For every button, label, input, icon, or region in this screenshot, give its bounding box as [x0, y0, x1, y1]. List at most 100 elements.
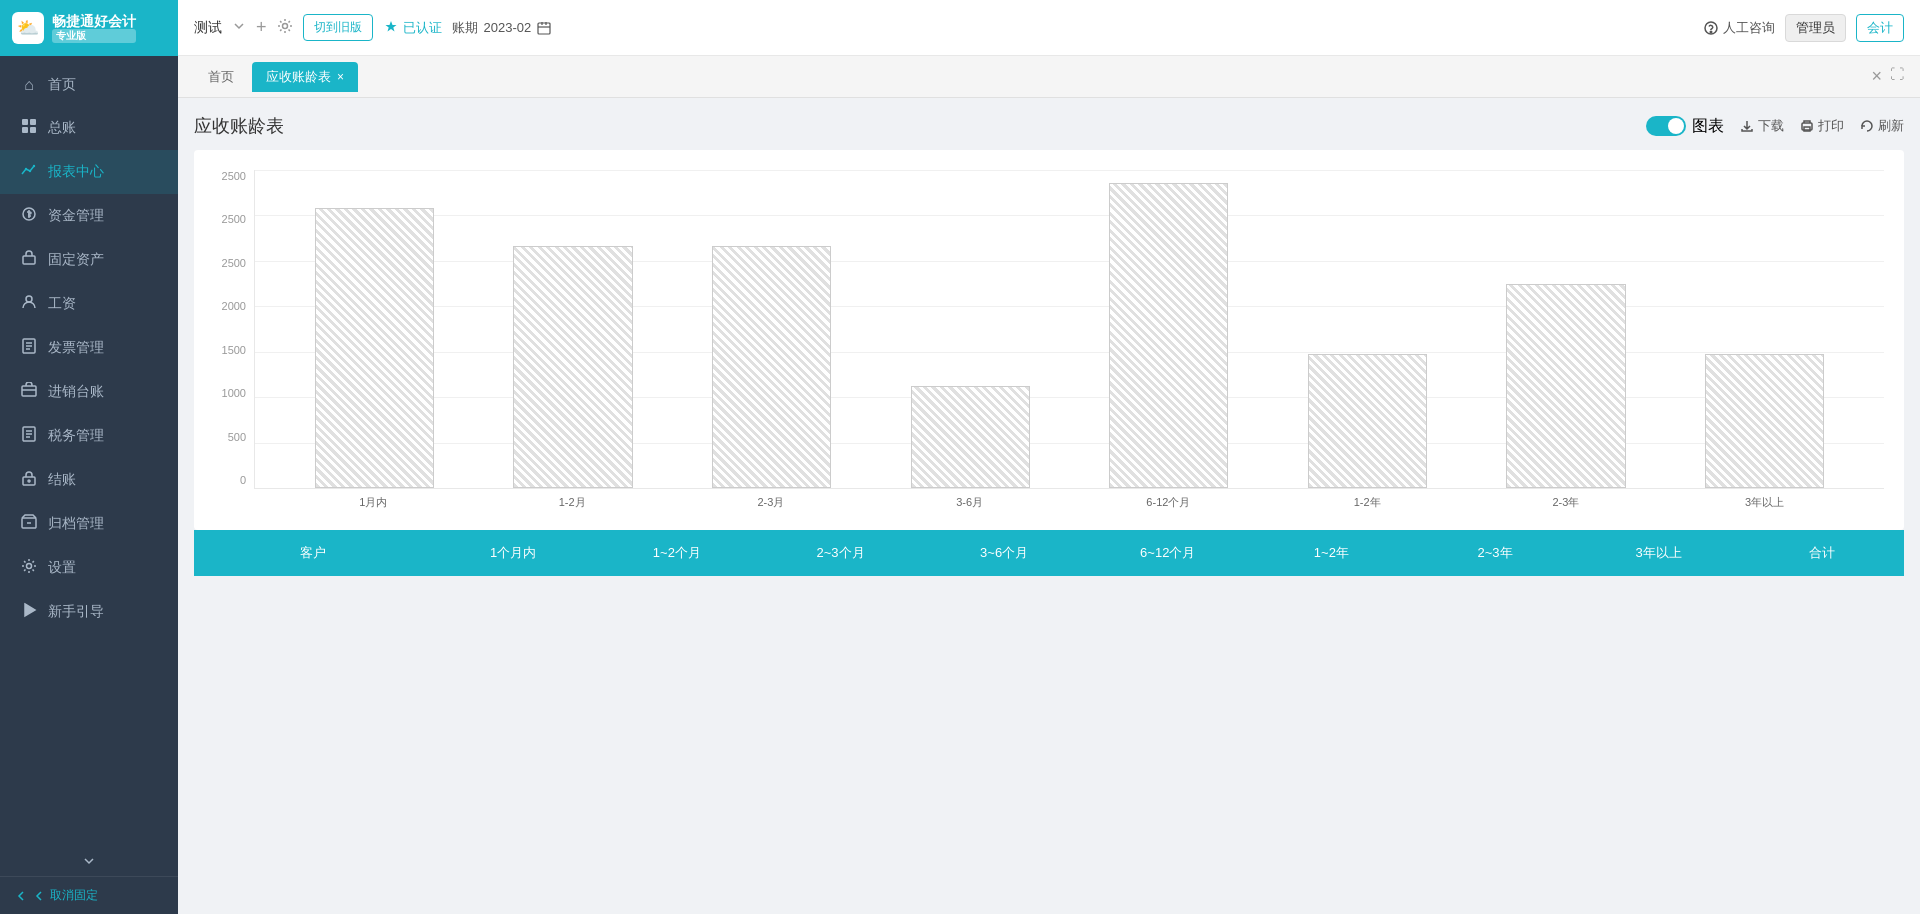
tab-close-btn[interactable]: ×: [337, 70, 344, 84]
toggle-track[interactable]: [1646, 116, 1686, 136]
ledger-icon: [20, 118, 38, 138]
sidebar-item-tax[interactable]: 税务管理: [0, 414, 178, 458]
sidebar-item-report[interactable]: 报表中心: [0, 150, 178, 194]
topbar: 测试 + 切到旧版 已认证 账期 2023-02 人工咨询 管理员 会计: [178, 0, 1920, 56]
svg-point-24: [27, 564, 32, 569]
svg-rect-2: [22, 127, 28, 133]
table-header-cell: 2~3年: [1413, 530, 1577, 576]
report-title: 应收账龄表: [194, 114, 284, 138]
company-settings-btn[interactable]: [277, 18, 293, 38]
svg-rect-1: [30, 119, 36, 125]
svg-rect-0: [22, 119, 28, 125]
funds-icon: [20, 206, 38, 226]
sidebar-label-home: 首页: [48, 76, 76, 94]
sidebar-label-salary: 工资: [48, 295, 76, 313]
sidebar-item-close[interactable]: 结账: [0, 458, 178, 502]
bar-group-3年以上: [1665, 170, 1864, 488]
download-btn[interactable]: 下载: [1740, 117, 1784, 135]
bar-2-3月: [712, 246, 831, 488]
table-header-cell: 2~3个月: [759, 530, 923, 576]
cancel-pin-label: 取消固定: [50, 887, 98, 904]
sidebar-item-settings[interactable]: 设置: [0, 546, 178, 590]
refresh-btn[interactable]: 刷新: [1860, 117, 1904, 135]
bars-container: [255, 170, 1884, 488]
x-label-1月内: 1月内: [274, 489, 473, 510]
svg-point-5: [29, 170, 31, 172]
home-icon: ⌂: [20, 76, 38, 94]
x-label-2-3月: 2-3月: [672, 489, 871, 510]
tabbar: 首页 应收账龄表 × × ⛶: [178, 56, 1920, 98]
report-icon: [20, 162, 38, 182]
svg-rect-14: [22, 386, 36, 396]
sidebar-label-close: 结账: [48, 471, 76, 489]
sidebar-scroll-down[interactable]: [0, 846, 178, 876]
svg-marker-25: [25, 604, 35, 616]
sidebar-label-archive: 归档管理: [48, 515, 104, 533]
sidebar-item-salary[interactable]: 工资: [0, 282, 178, 326]
tab-receivable[interactable]: 应收账龄表 ×: [252, 62, 358, 92]
sidebar-label-report: 报表中心: [48, 163, 104, 181]
assets-icon: [20, 250, 38, 270]
expand-window-btn[interactable]: ⛶: [1890, 66, 1904, 87]
table-header-cell: 6~12个月: [1086, 530, 1250, 576]
chart-container: 2500 2500 2500 2000 1500 1000 500 0: [194, 150, 1904, 530]
tab-home-label: 首页: [208, 68, 234, 86]
role-btn[interactable]: 会计: [1856, 14, 1904, 42]
x-label-1-2月: 1-2月: [473, 489, 672, 510]
sidebar-item-guide[interactable]: 新手引导: [0, 590, 178, 634]
switch-old-btn[interactable]: 切到旧版: [303, 14, 373, 41]
chart-area: 2500 2500 2500 2000 1500 1000 500 0: [214, 170, 1884, 510]
table-header-cell: 1个月内: [431, 530, 595, 576]
svg-point-6: [33, 165, 35, 167]
company-name: 测试: [194, 19, 222, 37]
table-header: 客户1个月内1~2个月2~3个月3~6个月6~12个月1~2年2~3年3年以上合…: [194, 530, 1904, 576]
svg-point-32: [1710, 31, 1712, 33]
sidebar-item-ledger[interactable]: 总账: [0, 106, 178, 150]
main-area: 测试 + 切到旧版 已认证 账期 2023-02 人工咨询 管理员 会计 首页: [178, 0, 1920, 914]
add-company-btn[interactable]: +: [256, 17, 267, 38]
print-label: 打印: [1818, 117, 1844, 135]
invoice-icon: [20, 338, 38, 358]
cancel-pin-btn[interactable]: 取消固定: [0, 876, 178, 914]
sidebar-item-inventory[interactable]: 进销台账: [0, 370, 178, 414]
svg-rect-3: [30, 127, 36, 133]
refresh-label: 刷新: [1878, 117, 1904, 135]
download-label: 下载: [1758, 117, 1784, 135]
calendar-icon[interactable]: [537, 21, 551, 35]
svg-rect-8: [23, 256, 35, 264]
sidebar-item-archive[interactable]: 归档管理: [0, 502, 178, 546]
chart-x-labels: 1月内1-2月2-3月3-6月6-12个月1-2年2-3年3年以上: [254, 489, 1884, 510]
bar-group-1月内: [275, 170, 474, 488]
settings-icon: [20, 558, 38, 578]
chart-toggle[interactable]: 图表: [1646, 116, 1724, 137]
period-label: 账期: [452, 19, 478, 37]
admin-btn[interactable]: 管理员: [1785, 14, 1846, 42]
close-window-btn[interactable]: ×: [1871, 66, 1882, 87]
sidebar-item-home[interactable]: ⌂ 首页: [0, 64, 178, 106]
x-label-3年以上: 3年以上: [1665, 489, 1864, 510]
table-container: 客户1个月内1~2个月2~3个月3~6个月6~12个月1~2年2~3年3年以上合…: [194, 530, 1904, 576]
guide-icon: [20, 602, 38, 622]
sidebar-item-assets[interactable]: 固定资产: [0, 238, 178, 282]
print-btn[interactable]: 打印: [1800, 117, 1844, 135]
page-content: 应收账龄表 图表 下载 打印 刷新: [178, 98, 1920, 914]
tab-window-controls: × ⛶: [1871, 66, 1904, 87]
bar-3年以上: [1705, 354, 1824, 488]
company-dropdown-icon[interactable]: [232, 19, 246, 37]
tab-active-label: 应收账龄表: [266, 68, 331, 86]
bar-group-1-2月: [474, 170, 673, 488]
table-header-cell: 客户: [194, 530, 431, 576]
archive-icon: [20, 514, 38, 534]
bar-1-2年: [1308, 354, 1427, 488]
consult-btn[interactable]: 人工咨询: [1703, 19, 1775, 37]
x-label-2-3年: 2-3年: [1467, 489, 1666, 510]
tab-home[interactable]: 首页: [194, 62, 248, 92]
svg-rect-34: [1804, 127, 1810, 131]
sidebar-item-invoice[interactable]: 发票管理: [0, 326, 178, 370]
bar-group-6-12个月: [1070, 170, 1269, 488]
certified-badge: 已认证: [383, 19, 442, 37]
toggle-label: 图表: [1692, 116, 1724, 137]
svg-point-21: [28, 480, 30, 482]
refresh-icon: [1860, 119, 1874, 133]
sidebar-item-funds[interactable]: 资金管理: [0, 194, 178, 238]
